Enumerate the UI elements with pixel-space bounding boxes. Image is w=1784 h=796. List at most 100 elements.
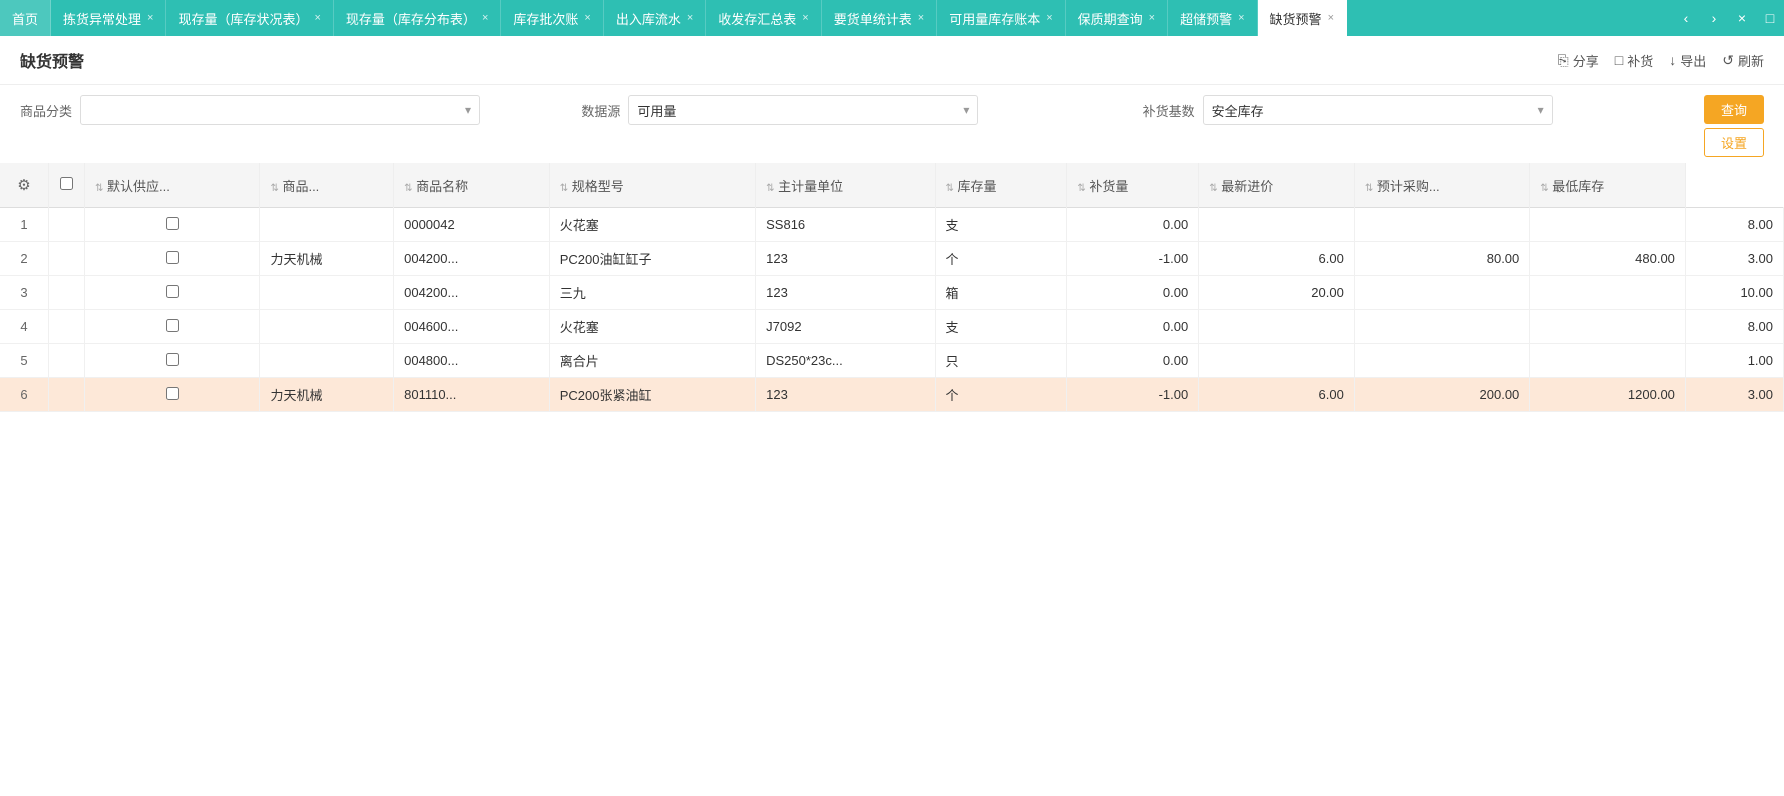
datasource-label: 数据源 [581, 101, 620, 120]
data-table: ⚙ ⇅ 默认供应... ⇅ 商品... ⇅ 商品名称 ⇅ 规格型号 ⇅ 主计量单… [0, 163, 1784, 412]
settings-button[interactable]: 设置 [1704, 128, 1764, 157]
tab-close-icon-8[interactable]: × [1046, 12, 1052, 24]
cell-stock-4: 0.00 [1067, 344, 1199, 378]
col-min-stock[interactable]: ⇅ 最低库存 [1530, 163, 1686, 208]
col-unit[interactable]: ⇅ 主计量单位 [756, 163, 935, 208]
supplement-action[interactable]: □ 补货 [1615, 51, 1653, 70]
cell-spec-1: 123 [756, 242, 935, 276]
tab-close-icon-3[interactable]: × [482, 12, 488, 24]
cell-stock-5: -1.00 [1067, 378, 1199, 412]
cell-min-stock-1: 3.00 [1685, 242, 1783, 276]
cell-estimated-4 [1530, 344, 1686, 378]
cell-gear-3 [49, 310, 85, 344]
category-chevron-icon: ▾ [465, 103, 471, 117]
gear-icon[interactable]: ⚙ [10, 171, 38, 199]
col-replenish[interactable]: ⇅ 补货量 [1067, 163, 1199, 208]
row-checkbox-5[interactable] [166, 387, 179, 400]
tab-item-0[interactable]: 首页 [0, 0, 51, 36]
cell-min-stock-4: 1.00 [1685, 344, 1783, 378]
tab-item-8[interactable]: 可用量库存账本× [937, 0, 1065, 36]
share-label: 分享 [1573, 51, 1599, 70]
col-goods-name[interactable]: ⇅ 商品名称 [394, 163, 550, 208]
col-latest-price[interactable]: ⇅ 最新进价 [1199, 163, 1355, 208]
cell-min-stock-2: 10.00 [1685, 276, 1783, 310]
sort-icon: ⇅ [946, 183, 954, 194]
tab-maximize-button[interactable]: □ [1756, 0, 1784, 36]
tab-close-button[interactable]: × [1728, 0, 1756, 36]
cell-gear-0 [49, 208, 85, 242]
row-checkbox-4[interactable] [166, 353, 179, 366]
tab-prev-button[interactable]: ‹ [1672, 0, 1700, 36]
col-stock[interactable]: ⇅ 库存量 [935, 163, 1067, 208]
tab-item-1[interactable]: 拣货异常处理× [51, 0, 166, 36]
replenish-value: 安全库存 [1212, 101, 1264, 120]
tab-item-2[interactable]: 现存量（库存状况表）× [166, 0, 333, 36]
cell-checkbox-3[interactable] [85, 310, 260, 344]
tab-item-9[interactable]: 保质期查询× [1066, 0, 1168, 36]
col-supplier[interactable]: ⇅ 默认供应... [85, 163, 260, 208]
col-gear[interactable]: ⚙ [0, 163, 49, 208]
tab-close-icon-1[interactable]: × [147, 12, 153, 24]
tab-close-icon-10[interactable]: × [1238, 12, 1244, 24]
cell-checkbox-4[interactable] [85, 344, 260, 378]
cell-supplier-0 [260, 208, 394, 242]
cell-goods-code-5: 801110... [394, 378, 550, 412]
cell-goods-name-5: PC200张紧油缸 [549, 378, 755, 412]
col-estimated[interactable]: ⇅ 预计采购... [1354, 163, 1529, 208]
tab-close-icon-11[interactable]: × [1328, 12, 1334, 24]
col-spec[interactable]: ⇅ 规格型号 [549, 163, 755, 208]
cell-unit-3: 支 [935, 310, 1067, 344]
tab-item-11[interactable]: 缺货预警× [1258, 0, 1347, 36]
table-container: ⚙ ⇅ 默认供应... ⇅ 商品... ⇅ 商品名称 ⇅ 规格型号 ⇅ 主计量单… [0, 163, 1784, 412]
category-select[interactable]: ▾ [80, 95, 480, 125]
cell-supplier-2 [260, 276, 394, 310]
replenish-select[interactable]: 安全库存 ▾ [1203, 95, 1553, 125]
col-goods-code[interactable]: ⇅ 商品... [260, 163, 394, 208]
tab-item-3[interactable]: 现存量（库存分布表）× [334, 0, 501, 36]
tab-close-icon-7[interactable]: × [918, 12, 924, 24]
tab-item-5[interactable]: 出入库流水× [604, 0, 706, 36]
refresh-action[interactable]: ↺ 刷新 [1722, 51, 1764, 70]
cell-replenish-4 [1199, 344, 1355, 378]
export-action[interactable]: ↓ 导出 [1669, 51, 1706, 70]
cell-latest-price-1: 80.00 [1354, 242, 1529, 276]
cell-supplier-3 [260, 310, 394, 344]
row-checkbox-3[interactable] [166, 319, 179, 332]
cell-spec-3: J7092 [756, 310, 935, 344]
table-row: 3 004200... 三九 123 箱 0.00 20.00 10.00 [0, 276, 1784, 310]
query-button[interactable]: 查询 [1704, 95, 1764, 124]
share-action[interactable]: ⎘ 分享 [1558, 51, 1599, 70]
cell-min-stock-0: 8.00 [1685, 208, 1783, 242]
tab-item-7[interactable]: 要货单统计表× [822, 0, 937, 36]
cell-supplier-1: 力天机械 [260, 242, 394, 276]
category-label: 商品分类 [20, 101, 72, 120]
sort-icon: ⇅ [560, 183, 568, 194]
sort-icon: ⇅ [404, 183, 412, 194]
cell-checkbox-1[interactable] [85, 242, 260, 276]
cell-unit-1: 个 [935, 242, 1067, 276]
cell-estimated-0 [1530, 208, 1686, 242]
row-checkbox-0[interactable] [166, 217, 179, 230]
row-checkbox-2[interactable] [166, 285, 179, 298]
sort-icon: ⇅ [1365, 183, 1373, 194]
tab-close-icon-5[interactable]: × [687, 12, 693, 24]
tab-item-10[interactable]: 超储预警× [1168, 0, 1257, 36]
table-row: 5 004800... 离合片 DS250*23c... 只 0.00 1.00 [0, 344, 1784, 378]
select-all-checkbox[interactable] [60, 177, 73, 190]
cell-checkbox-5[interactable] [85, 378, 260, 412]
cell-estimated-3 [1530, 310, 1686, 344]
tab-close-icon-9[interactable]: × [1149, 12, 1155, 24]
datasource-select[interactable]: 可用量 ▾ [628, 95, 978, 125]
row-checkbox-1[interactable] [166, 251, 179, 264]
tab-item-6[interactable]: 收发存汇总表× [706, 0, 821, 36]
tab-item-4[interactable]: 库存批次账× [501, 0, 603, 36]
cell-checkbox-0[interactable] [85, 208, 260, 242]
tab-close-icon-4[interactable]: × [584, 12, 590, 24]
header-actions: ⎘ 分享 □ 补货 ↓ 导出 ↺ 刷新 [1558, 51, 1764, 70]
tab-next-button[interactable]: › [1700, 0, 1728, 36]
tab-close-icon-2[interactable]: × [314, 12, 320, 24]
cell-estimated-2 [1530, 276, 1686, 310]
cell-checkbox-2[interactable] [85, 276, 260, 310]
tab-close-icon-6[interactable]: × [802, 12, 808, 24]
cell-unit-2: 箱 [935, 276, 1067, 310]
